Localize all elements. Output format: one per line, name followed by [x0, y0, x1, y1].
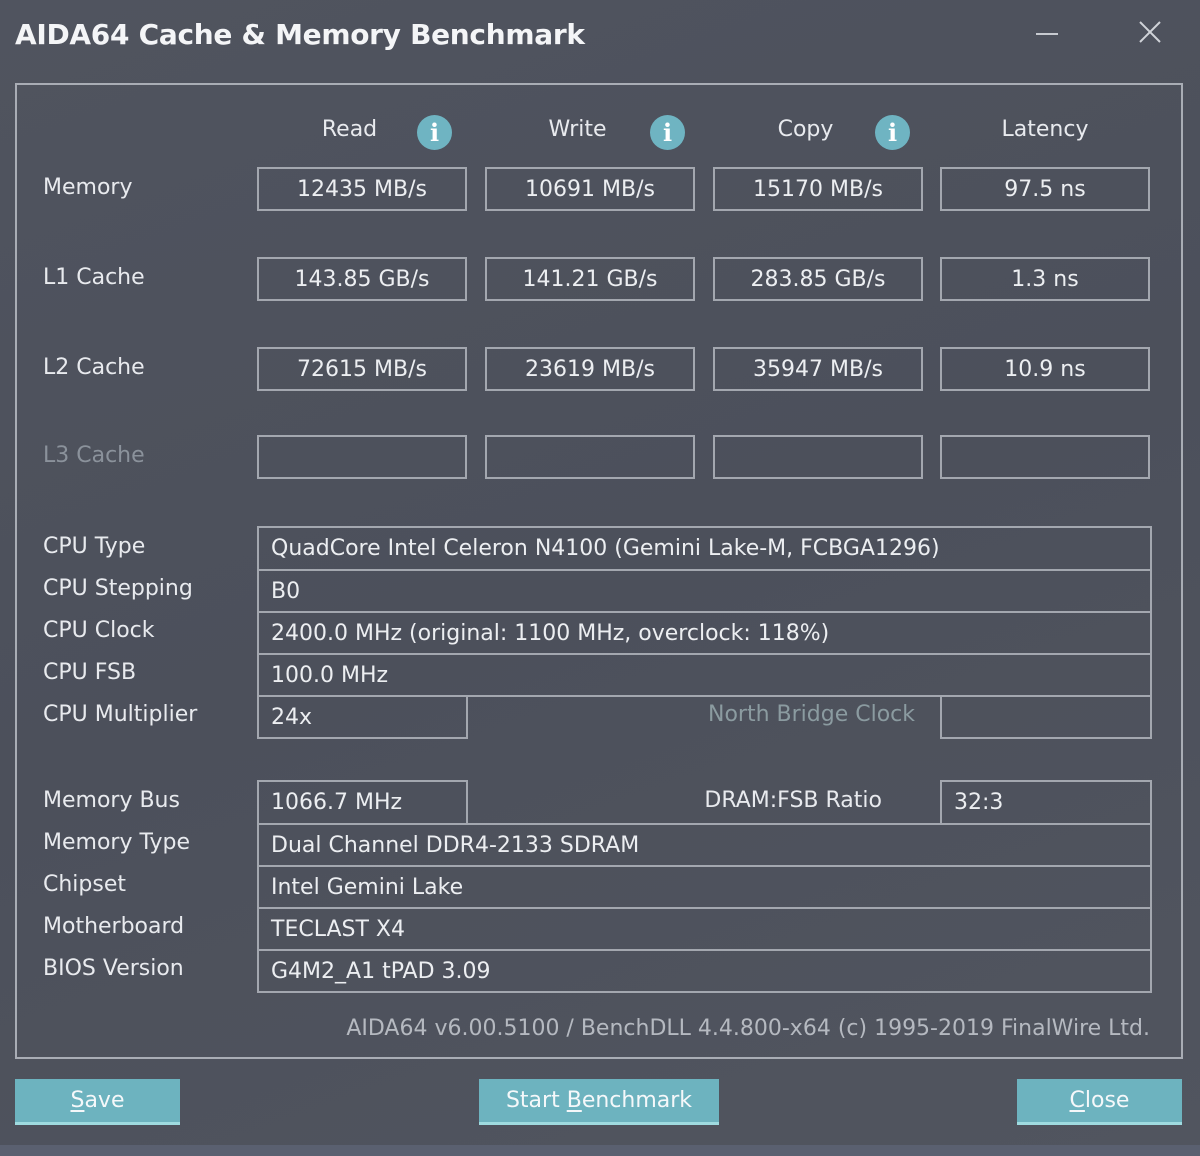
label-north-bridge-clock: North Bridge Clock: [707, 702, 915, 727]
label-motherboard: Motherboard: [43, 914, 185, 939]
minimize-icon: [1036, 33, 1058, 35]
l2-latency-value: 10.9 ns: [940, 347, 1150, 391]
bios-version-value: G4M2_A1 tPAD 3.09: [257, 949, 1152, 993]
label-cpu-clock: CPU Clock: [43, 618, 155, 643]
cpu-stepping-value: B0: [257, 569, 1152, 612]
north-bridge-clock-value: [940, 695, 1152, 739]
save-button[interactable]: Save: [15, 1079, 180, 1125]
label-cpu-stepping: CPU Stepping: [43, 576, 193, 601]
divider: [257, 695, 1152, 697]
l2-write-value: 23619 MB/s: [485, 347, 695, 391]
start-accel: B: [566, 1088, 582, 1113]
l1-latency-value: 1.3 ns: [940, 257, 1150, 301]
dram-fsb-ratio-value: 32:3: [940, 780, 1152, 823]
l1-read-value: 143.85 GB/s: [257, 257, 467, 301]
label-memory-type: Memory Type: [43, 830, 190, 855]
minimize-button[interactable]: [1025, 12, 1069, 52]
row-label-l3-cache: L3 Cache: [43, 443, 145, 468]
l1-write-value: 141.21 GB/s: [485, 257, 695, 301]
save-label: ave: [84, 1088, 125, 1113]
memory-latency-value: 97.5 ns: [940, 167, 1150, 211]
close-icon: [1139, 21, 1161, 43]
label-bios-version: BIOS Version: [43, 956, 184, 981]
save-accel: S: [70, 1088, 85, 1113]
label-cpu-multiplier: CPU Multiplier: [43, 702, 198, 727]
column-header-latency: Latency: [1001, 117, 1089, 142]
l3-read-value: [257, 435, 467, 479]
chipset-value: Intel Gemini Lake: [257, 865, 1152, 908]
window-close-button[interactable]: [1128, 12, 1172, 52]
row-label-memory: Memory: [43, 175, 133, 200]
version-footer: AIDA64 v6.00.5100 / BenchDLL 4.4.800-x64…: [346, 1016, 1150, 1041]
cpu-type-value: QuadCore Intel Celeron N4100 (Gemini Lak…: [257, 526, 1152, 569]
cpu-fsb-value: 100.0 MHz: [257, 653, 1152, 696]
memory-bus-value: 1066.7 MHz: [257, 780, 468, 823]
start-label-pre: Start: [505, 1088, 567, 1113]
l3-write-value: [485, 435, 695, 479]
benchmark-window: AIDA64 Cache & Memory Benchmark Read i W…: [0, 0, 1200, 1145]
close-label: lose: [1084, 1088, 1130, 1113]
memory-write-value: 10691 MB/s: [485, 167, 695, 211]
start-label-rest: enchmark: [581, 1088, 693, 1113]
start-benchmark-button[interactable]: Start Benchmark: [479, 1079, 719, 1125]
label-cpu-fsb: CPU FSB: [43, 660, 137, 685]
taskbar-strip: [0, 1145, 1200, 1156]
cpu-multiplier-value: 24x: [257, 695, 468, 739]
write-info-icon[interactable]: i: [650, 115, 685, 150]
copy-info-icon[interactable]: i: [875, 115, 910, 150]
cpu-clock-value: 2400.0 MHz (original: 1100 MHz, overcloc…: [257, 611, 1152, 654]
close-button[interactable]: Close: [1017, 1079, 1182, 1125]
label-memory-bus: Memory Bus: [43, 788, 180, 813]
memory-copy-value: 15170 MB/s: [713, 167, 923, 211]
read-info-icon[interactable]: i: [417, 115, 452, 150]
close-accel: C: [1069, 1088, 1085, 1113]
row-label-l2-cache: L2 Cache: [43, 355, 145, 380]
motherboard-value: TECLAST X4: [257, 907, 1152, 950]
l2-copy-value: 35947 MB/s: [713, 347, 923, 391]
memory-type-value: Dual Channel DDR4-2133 SDRAM: [257, 823, 1152, 866]
window-title: AIDA64 Cache & Memory Benchmark: [15, 18, 585, 51]
l1-copy-value: 283.85 GB/s: [713, 257, 923, 301]
memory-read-value: 12435 MB/s: [257, 167, 467, 211]
label-cpu-type: CPU Type: [43, 534, 146, 559]
label-chipset: Chipset: [43, 872, 127, 897]
l3-copy-value: [713, 435, 923, 479]
row-label-l1-cache: L1 Cache: [43, 265, 145, 290]
label-dram-fsb-ratio: DRAM:FSB Ratio: [704, 788, 882, 813]
l3-latency-value: [940, 435, 1150, 479]
l2-read-value: 72615 MB/s: [257, 347, 467, 391]
